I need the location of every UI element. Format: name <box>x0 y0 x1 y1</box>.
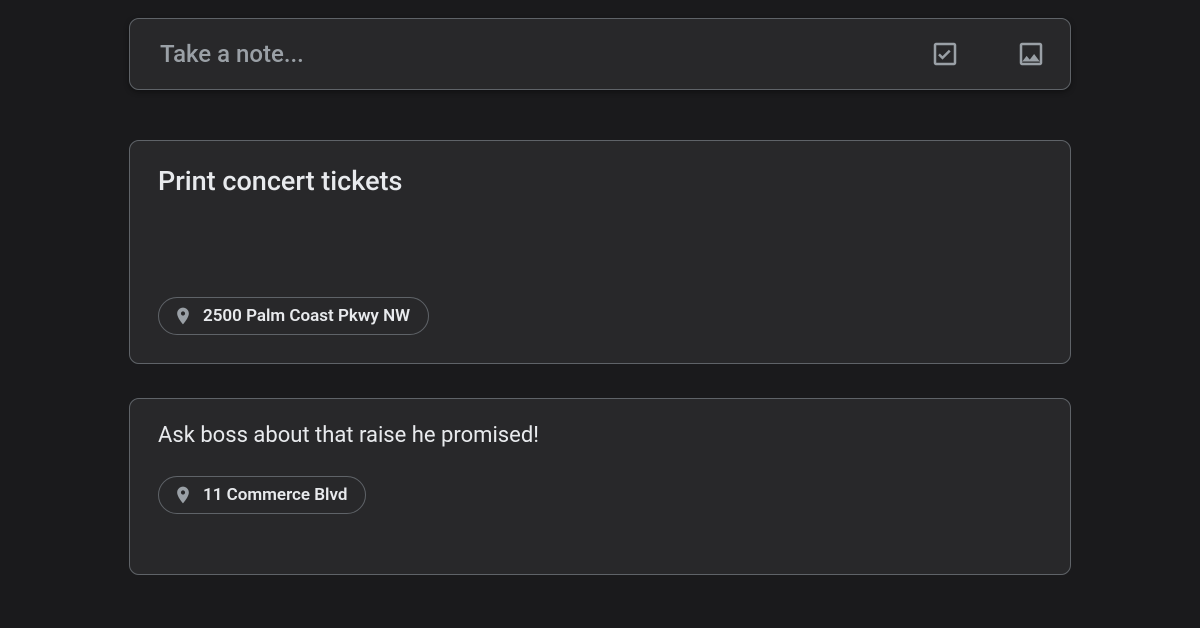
note-title: Ask boss about that raise he promised! <box>158 423 1042 448</box>
new-list-button[interactable] <box>930 39 960 69</box>
take-note-input[interactable] <box>160 40 930 68</box>
image-icon <box>1016 39 1046 69</box>
main-container: Print concert tickets 2500 Palm Coast Pk… <box>129 18 1071 575</box>
location-text: 11 Commerce Blvd <box>203 485 347 505</box>
location-chip[interactable]: 2500 Palm Coast Pkwy NW <box>158 297 429 335</box>
note-card[interactable]: Print concert tickets 2500 Palm Coast Pk… <box>129 140 1071 364</box>
pin-icon <box>173 306 193 326</box>
note-title: Print concert tickets <box>158 165 1042 197</box>
new-image-button[interactable] <box>1016 39 1046 69</box>
location-text: 2500 Palm Coast Pkwy NW <box>203 306 410 326</box>
bar-icons <box>930 39 1046 69</box>
checkbox-icon <box>930 39 960 69</box>
note-card[interactable]: Ask boss about that raise he promised! 1… <box>129 398 1071 575</box>
pin-icon <box>173 485 193 505</box>
location-chip[interactable]: 11 Commerce Blvd <box>158 476 366 514</box>
take-note-bar[interactable] <box>129 18 1071 90</box>
